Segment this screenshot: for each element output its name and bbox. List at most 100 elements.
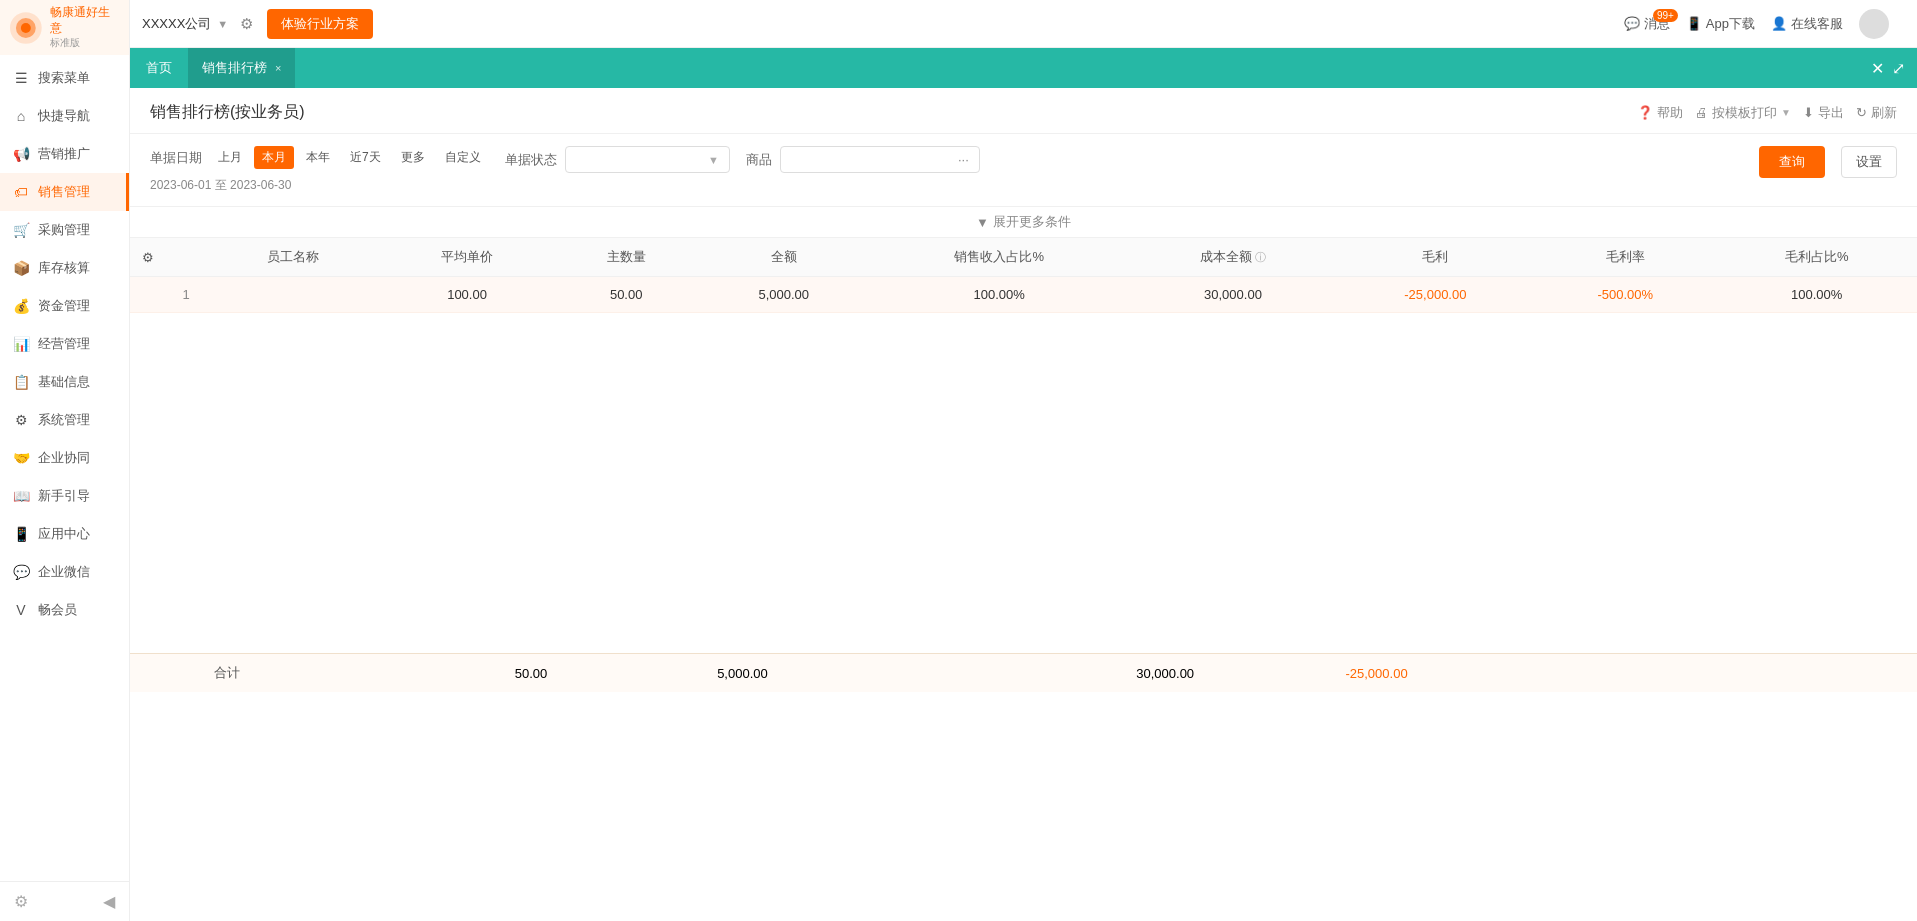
sidebar-settings-icon[interactable]: ⚙ bbox=[14, 892, 28, 911]
col-gross-pct: 毛利占比% bbox=[1716, 238, 1917, 277]
cell-rank: 1 bbox=[166, 277, 206, 313]
footer-cost: 30,000.00 bbox=[1060, 666, 1271, 681]
settings-gear-icon[interactable]: ⚙ bbox=[240, 15, 253, 33]
service-icon: 👤 bbox=[1771, 16, 1787, 31]
cell-gross: -25,000.00 bbox=[1337, 277, 1534, 313]
refresh-button[interactable]: ↻ 刷新 bbox=[1856, 104, 1897, 122]
sidebar-bottom: ⚙ ◀ bbox=[0, 881, 129, 921]
sidebar-icon-search: ☰ bbox=[12, 69, 30, 87]
sidebar-collapse-icon[interactable]: ◀ bbox=[103, 892, 115, 911]
tabbar-expand-icon[interactable]: ⤢ bbox=[1892, 59, 1905, 78]
sidebar-item-system[interactable]: ⚙ 系统管理 bbox=[0, 401, 129, 439]
col-gross: 毛利 bbox=[1337, 238, 1534, 277]
tab-sales-ranking-label: 销售排行榜 bbox=[202, 59, 267, 77]
page-header: 销售排行榜(按业务员) ❓ 帮助 🖨 按模板打印 ▼ ⬇ 导出 bbox=[130, 88, 1917, 134]
sidebar-item-finance[interactable]: 💰 资金管理 bbox=[0, 287, 129, 325]
sidebar-item-purchase[interactable]: 🛒 采购管理 bbox=[0, 211, 129, 249]
col-cost: 成本全额 ⓘ bbox=[1129, 238, 1337, 277]
sidebar-item-operations[interactable]: 📊 经营管理 bbox=[0, 325, 129, 363]
sidebar-icon-wechat: 💬 bbox=[12, 563, 30, 581]
sidebar-icon-sales: 🏷 bbox=[12, 183, 30, 201]
sidebar-label-vip: 畅会员 bbox=[38, 601, 77, 619]
page-inner: 销售排行榜(按业务员) ❓ 帮助 🖨 按模板打印 ▼ ⬇ 导出 bbox=[130, 88, 1917, 921]
goods-filter-group: 商品 ··· bbox=[746, 146, 980, 173]
sidebar-item-appcenter[interactable]: 📱 应用中心 bbox=[0, 515, 129, 553]
topbar-right: 💬 消息 99+ 📱 App下载 👤 在线客服 bbox=[1624, 9, 1905, 39]
tabbar-close-icon[interactable]: ✕ bbox=[1871, 59, 1884, 78]
settings-button[interactable]: 设置 bbox=[1841, 146, 1897, 178]
sidebar-label-sales: 销售管理 bbox=[38, 183, 90, 201]
table-body: 1 100.00 50.00 5,000.00 100.00% 30,000.0… bbox=[130, 277, 1917, 313]
page-header-actions: ❓ 帮助 🖨 按模板打印 ▼ ⬇ 导出 ↻ 刷新 bbox=[1637, 104, 1897, 122]
svg-point-2 bbox=[21, 23, 31, 33]
company-selector[interactable]: XXXXX公司 ▼ bbox=[142, 15, 228, 33]
sidebar-label-quicknav: 快捷导航 bbox=[38, 107, 90, 125]
tab-sales-ranking[interactable]: 销售排行榜 × bbox=[188, 48, 295, 88]
print-label: 按模板打印 bbox=[1712, 104, 1777, 122]
sidebar-icon-finance: 💰 bbox=[12, 297, 30, 315]
app-label: App下载 bbox=[1706, 15, 1755, 33]
date-tab-近7天[interactable]: 近7天 bbox=[342, 146, 389, 169]
cell-cost: 30,000.00 bbox=[1129, 277, 1337, 313]
sidebar-item-wechat[interactable]: 💬 企业微信 bbox=[0, 553, 129, 591]
print-icon: 🖨 bbox=[1695, 105, 1708, 120]
cell-gross-rate: -500.00% bbox=[1534, 277, 1716, 313]
help-label: 帮助 bbox=[1657, 104, 1683, 122]
cell-name bbox=[206, 277, 380, 313]
date-tabs: 上月本月本年近7天更多自定义 bbox=[210, 146, 489, 169]
rankings-table: ⚙ 员工名称 平均单价 主数量 全额 销售收入占比% 成本全额 ⓘ 毛利 毛利率… bbox=[130, 238, 1917, 313]
sidebar-item-quicknav[interactable]: ⌂ 快捷导航 bbox=[0, 97, 129, 135]
query-button[interactable]: 查询 bbox=[1759, 146, 1825, 178]
date-tab-本月[interactable]: 本月 bbox=[254, 146, 294, 169]
expand-chevron-icon: ▼ bbox=[976, 215, 989, 230]
sidebar-icon-guide: 📖 bbox=[12, 487, 30, 505]
expand-conditions-button[interactable]: ▼ 展开更多条件 bbox=[976, 213, 1071, 231]
help-icon: ❓ bbox=[1637, 105, 1653, 120]
trial-button[interactable]: 体验行业方案 bbox=[267, 9, 373, 39]
online-service-button[interactable]: 👤 在线客服 bbox=[1771, 15, 1843, 33]
date-tab-更多[interactable]: 更多 bbox=[393, 146, 433, 169]
empty-space bbox=[130, 313, 1917, 653]
goods-filter-label: 商品 bbox=[746, 151, 772, 169]
status-select[interactable]: ▼ bbox=[565, 146, 730, 173]
logo-text: 畅康通好生意 bbox=[50, 5, 121, 36]
date-tab-本年[interactable]: 本年 bbox=[298, 146, 338, 169]
goods-more-icon[interactable]: ··· bbox=[958, 152, 969, 167]
help-button[interactable]: ❓ 帮助 bbox=[1637, 104, 1683, 122]
print-button[interactable]: 🖨 按模板打印 ▼ bbox=[1695, 104, 1791, 122]
cell-sales-pct: 100.00% bbox=[869, 277, 1129, 313]
user-avatar[interactable] bbox=[1859, 9, 1889, 39]
sidebar-item-search[interactable]: ☰ 搜索菜单 bbox=[0, 59, 129, 97]
filter-area: 单据日期 上月本月本年近7天更多自定义 2023-06-01 至 2023-06… bbox=[130, 134, 1917, 207]
cell-amount: 5,000.00 bbox=[698, 277, 869, 313]
goods-input[interactable]: ··· bbox=[780, 146, 980, 173]
date-tab-自定义[interactable]: 自定义 bbox=[437, 146, 489, 169]
tabbar-actions: ✕ ⤢ bbox=[1871, 59, 1917, 78]
table-row: 1 100.00 50.00 5,000.00 100.00% 30,000.0… bbox=[130, 277, 1917, 313]
message-button[interactable]: 💬 消息 99+ bbox=[1624, 15, 1670, 33]
sidebar-item-guide[interactable]: 📖 新手引导 bbox=[0, 477, 129, 515]
date-range-label: 2023-06-01 至 2023-06-30 bbox=[150, 177, 291, 194]
sidebar-item-enterprise[interactable]: 🤝 企业协同 bbox=[0, 439, 129, 477]
filter-row-1: 单据日期 上月本月本年近7天更多自定义 2023-06-01 至 2023-06… bbox=[150, 146, 1897, 194]
footer-amount: 5,000.00 bbox=[637, 666, 848, 681]
col-sales-pct: 销售收入占比% bbox=[869, 238, 1129, 277]
export-button[interactable]: ⬇ 导出 bbox=[1803, 104, 1844, 122]
tab-close-icon[interactable]: × bbox=[275, 62, 281, 74]
refresh-icon: ↻ bbox=[1856, 105, 1867, 120]
sidebar-item-basicinfo[interactable]: 📋 基础信息 bbox=[0, 363, 129, 401]
sidebar-label-guide: 新手引导 bbox=[38, 487, 90, 505]
sidebar-item-marketing[interactable]: 📢 营销推广 bbox=[0, 135, 129, 173]
col-settings[interactable]: ⚙ bbox=[130, 238, 166, 277]
sidebar-icon-system: ⚙ bbox=[12, 411, 30, 429]
print-arrow-icon: ▼ bbox=[1781, 107, 1791, 118]
sidebar-item-inventory[interactable]: 📦 库存核算 bbox=[0, 249, 129, 287]
date-tab-上月[interactable]: 上月 bbox=[210, 146, 250, 169]
sidebar-icon-appcenter: 📱 bbox=[12, 525, 30, 543]
tab-home[interactable]: 首页 bbox=[130, 48, 188, 88]
sidebar-label-inventory: 库存核算 bbox=[38, 259, 90, 277]
app-download-button[interactable]: 📱 App下载 bbox=[1686, 15, 1755, 33]
sidebar-item-vip[interactable]: V 畅会员 bbox=[0, 591, 129, 629]
sidebar-item-sales[interactable]: 🏷 销售管理 bbox=[0, 173, 129, 211]
sidebar-icon-inventory: 📦 bbox=[12, 259, 30, 277]
